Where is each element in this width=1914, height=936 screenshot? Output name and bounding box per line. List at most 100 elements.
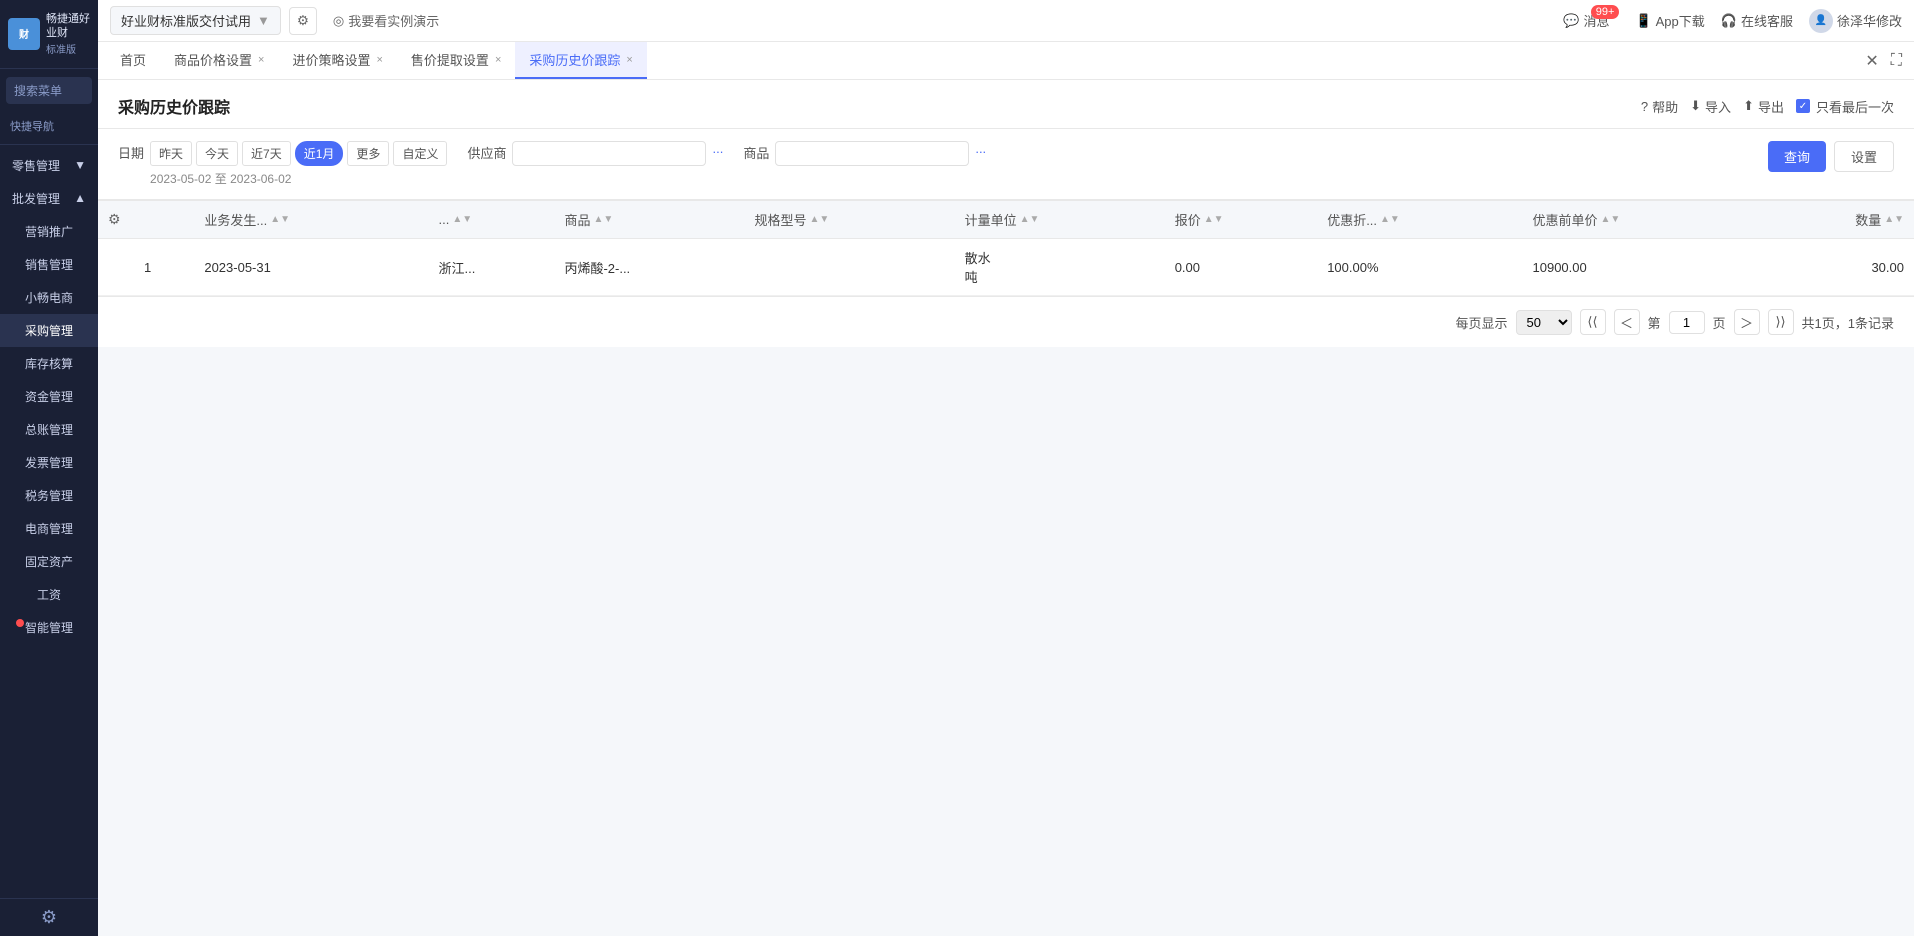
tab-history[interactable]: 采购历史价跟踪 × <box>515 42 646 79</box>
pagination-bar: 每页显示 50 20 100 ⟨⟨ ＜ 第 页 ＞ ⟩⟩ 共1页，1条记录 <box>98 296 1914 347</box>
page-number-input[interactable] <box>1669 311 1705 334</box>
cell-settings <box>98 239 134 296</box>
messages-button[interactable]: 💬 消息 99+ <box>1563 11 1609 30</box>
date-btn-custom[interactable]: 自定义 <box>393 141 447 166</box>
per-page-label: 每页显示 <box>1455 313 1507 332</box>
sort-icon-spec: ▲▼ <box>809 215 829 225</box>
tab-close-history[interactable]: × <box>626 54 632 66</box>
tab-close-all-button[interactable]: ✕ <box>1861 49 1882 73</box>
supplier-filter-label: 供应商 <box>467 141 506 162</box>
topbar: 好业财标准版交付试用 ▼ ⚙ ◎ 我要看实例演示 💬 消息 99+ 📱 App下… <box>98 0 1914 42</box>
tab-close-strategy[interactable]: × <box>376 54 382 66</box>
cell-spec <box>744 239 954 296</box>
sidebar-item-ecommerce[interactable]: 电商管理 <box>0 512 98 545</box>
sidebar-logo: 财 畅捷通好业财 标准版 <box>0 0 98 69</box>
col-spec-header: 规格型号 ▲▼ <box>744 201 954 239</box>
col-discount-header: 优惠折... ▲▼ <box>1317 201 1522 239</box>
product-more-btn[interactable]: ... <box>975 141 986 156</box>
cell-product: 丙烯酸-2-... <box>554 239 744 296</box>
gear-icon: ⚙ <box>297 13 309 29</box>
sidebar-item-assets[interactable]: 固定资产 <box>0 545 98 578</box>
sort-icon-pre-price: ▲▼ <box>1601 215 1621 225</box>
date-filter-group: 日期 昨天 今天 近7天 近1月 更多 自定义 2023-05-02 至 202… <box>118 141 447 187</box>
date-btn-7days[interactable]: 近7天 <box>242 141 291 166</box>
sidebar-item-wholesale[interactable]: 批发管理 ▲ <box>0 182 98 215</box>
date-btn-today[interactable]: 今天 <box>196 141 238 166</box>
app-logo-text: 畅捷通好业财 标准版 <box>46 12 90 56</box>
sidebar-item-ecommerce-small[interactable]: 小畅电商 <box>0 281 98 314</box>
sidebar-item-sales[interactable]: 销售管理 <box>0 248 98 281</box>
col-unit-header: 计量单位 ▲▼ <box>955 201 1165 239</box>
date-btn-row: 昨天 今天 近7天 近1月 更多 自定义 <box>150 141 447 166</box>
sidebar: 财 畅捷通好业财 标准版 搜索菜单 快捷导航 零售管理 ▼ 批发管理 ▲ 营销推… <box>0 0 98 936</box>
sidebar-search-area: 搜索菜单 <box>0 69 98 112</box>
cell-supplier: 浙江... <box>428 239 554 296</box>
settings-button[interactable]: 设置 <box>1834 141 1894 172</box>
tab-sale-price[interactable]: 售价提取设置 × <box>397 42 515 79</box>
date-btn-more[interactable]: 更多 <box>347 141 389 166</box>
cell-unit: 散水 吨 <box>955 239 1165 296</box>
sort-icon-more: ▲▼ <box>452 215 472 225</box>
page-actions: ? 帮助 ⬇ 导入 ⬆ 导出 ✓ 只看最后一次 <box>1641 97 1894 116</box>
tab-maximize-button[interactable]: ⛶ <box>1887 49 1906 73</box>
help-icon: ? <box>1641 99 1648 114</box>
sidebar-item-salary[interactable]: 工资 <box>0 578 98 611</box>
supplier-input[interactable] <box>512 141 706 166</box>
sidebar-item-smart[interactable]: 智能管理 <box>0 611 98 644</box>
page-label-text: 第 <box>1648 313 1661 332</box>
message-icon: 💬 <box>1563 13 1579 29</box>
cell-price: 0.00 <box>1165 239 1318 296</box>
sort-icon-qty: ▲▼ <box>1884 215 1904 225</box>
date-btn-yesterday[interactable]: 昨天 <box>150 141 192 166</box>
query-button[interactable]: 查询 <box>1768 141 1826 172</box>
table-body: 1 2023-05-31 浙江... 丙烯酸-2-... 散水 吨 0.00 1… <box>98 239 1914 296</box>
version-selector[interactable]: 好业财标准版交付试用 ▼ <box>110 6 281 35</box>
topbar-settings-button[interactable]: ⚙ <box>289 7 317 35</box>
col-pre-price-header: 优惠前单价 ▲▼ <box>1523 201 1762 239</box>
tab-price[interactable]: 商品价格设置 × <box>160 42 278 79</box>
tab-close-sale-price[interactable]: × <box>495 54 501 66</box>
page-last-button[interactable]: ⟩⟩ <box>1768 309 1794 335</box>
sidebar-item-marketing[interactable]: 营销推广 <box>0 215 98 248</box>
supplier-more-btn[interactable]: ... <box>712 141 723 156</box>
app-logo-icon: 财 <box>8 18 40 50</box>
app-download-button[interactable]: 📱 App下载 <box>1635 11 1704 30</box>
sort-icon-discount: ▲▼ <box>1380 215 1400 225</box>
date-btn-1month[interactable]: 近1月 <box>295 141 344 166</box>
page-prev-button[interactable]: ＜ <box>1614 309 1640 335</box>
sidebar-item-retail[interactable]: 零售管理 ▼ <box>0 149 98 182</box>
export-button[interactable]: ⬆ 导出 <box>1743 97 1784 116</box>
sidebar-item-purchase[interactable]: 采购管理 <box>0 314 98 347</box>
product-input[interactable] <box>775 141 969 166</box>
per-page-select[interactable]: 50 20 100 <box>1516 310 1572 335</box>
last-only-checkbox[interactable]: ✓ <box>1796 99 1810 113</box>
search-menu-button[interactable]: 搜索菜单 <box>6 77 92 104</box>
phone-icon: 📱 <box>1635 13 1651 29</box>
online-service-button[interactable]: 🎧 在线客服 <box>1721 11 1793 30</box>
total-info: 共1页，1条记录 <box>1802 313 1894 332</box>
cell-discount: 100.00% <box>1317 239 1522 296</box>
page-next-button[interactable]: ＞ <box>1734 309 1760 335</box>
sort-icon-date: ▲▼ <box>270 215 290 225</box>
sidebar-item-invoice[interactable]: 发票管理 <box>0 446 98 479</box>
data-table-wrapper: ⚙ 业务发生... ▲▼ ... ▲▼ <box>98 200 1914 296</box>
page-first-button[interactable]: ⟨⟨ <box>1580 309 1606 335</box>
column-settings-button[interactable]: ⚙ <box>108 211 121 228</box>
tab-home[interactable]: 首页 <box>106 42 160 79</box>
sidebar-item-inventory[interactable]: 库存核算 <box>0 347 98 380</box>
product-filter-label: 商品 <box>743 141 769 162</box>
tab-close-price[interactable]: × <box>258 54 264 66</box>
sidebar-item-ledger[interactable]: 总账管理 <box>0 413 98 446</box>
help-button[interactable]: ? 帮助 <box>1641 97 1678 116</box>
user-menu[interactable]: 👤 徐泽华修改 <box>1809 9 1902 33</box>
sidebar-item-finance[interactable]: 资金管理 <box>0 380 98 413</box>
cell-qty: 30.00 <box>1761 239 1914 296</box>
import-button[interactable]: ⬇ 导入 <box>1690 97 1731 116</box>
tab-strategy[interactable]: 进价策略设置 × <box>278 42 396 79</box>
filter-bar: 日期 昨天 今天 近7天 近1月 更多 自定义 2023-05-02 至 202… <box>98 129 1914 200</box>
demo-link[interactable]: ◎ 我要看实例演示 <box>333 11 439 30</box>
sidebar-item-tax[interactable]: 税务管理 <box>0 479 98 512</box>
date-range-display: 2023-05-02 至 2023-06-02 <box>150 170 447 187</box>
sidebar-settings-button[interactable]: ⚙ <box>41 907 57 928</box>
page-content: 采购历史价跟踪 ? 帮助 ⬇ 导入 ⬆ 导出 ✓ 只看最后一次 <box>98 80 1914 936</box>
